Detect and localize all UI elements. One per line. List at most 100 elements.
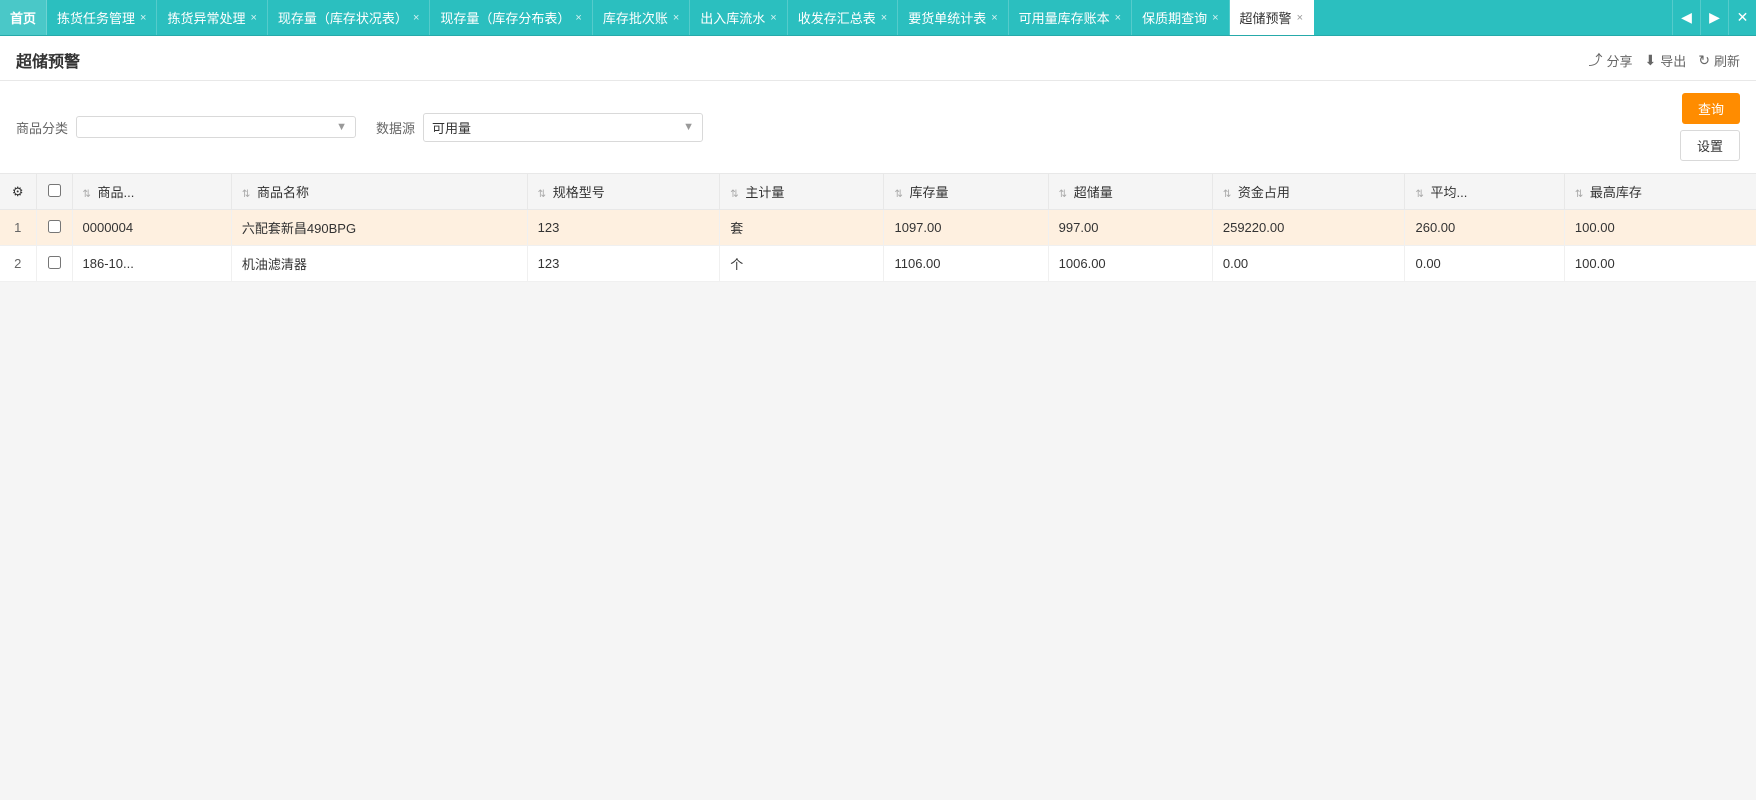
product-code: 0000004	[72, 210, 231, 246]
nav-item-batch-account[interactable]: 库存批次账 ×	[593, 0, 690, 35]
close-icon[interactable]: ×	[1212, 12, 1218, 24]
column-max-stock[interactable]: ⇅ 最高库存	[1564, 174, 1756, 210]
row-checkbox[interactable]	[48, 256, 61, 269]
table-row: 2 186-10... 机油滤清器 123 个 1106.00 1006.00 …	[0, 246, 1756, 282]
category-select[interactable]: ▼	[76, 116, 356, 138]
refresh-button[interactable]: ↻ 刷新	[1698, 51, 1740, 70]
datasource-filter-group: 数据源 可用量 ▼	[376, 113, 703, 142]
nav-item-inout-flow[interactable]: 出入库流水 ×	[690, 0, 787, 35]
sort-icon: ⇅	[1575, 189, 1583, 200]
close-icon[interactable]: ×	[140, 12, 146, 24]
nav-item-task-mgmt[interactable]: 拣货任务管理 ×	[47, 0, 157, 35]
close-icon[interactable]: ×	[575, 12, 581, 24]
filter-area: 商品分类 ▼ 数据源 可用量 ▼ 查询 设置	[0, 81, 1756, 174]
capital: 259220.00	[1212, 210, 1405, 246]
set-button[interactable]: 设置	[1680, 130, 1740, 161]
header-actions: ⤴ 分享 ⬇ 导出 ↻ 刷新	[1588, 50, 1740, 70]
sort-icon: ⇅	[83, 189, 91, 200]
nav-item-available-stock[interactable]: 可用量库存账本 ×	[1009, 0, 1132, 35]
stock: 1106.00	[884, 246, 1048, 282]
nav-item-home[interactable]: 首页	[0, 0, 47, 35]
product-name: 机油滤清器	[231, 246, 527, 282]
max-stock: 100.00	[1564, 246, 1756, 282]
sort-icon: ⇅	[1223, 189, 1231, 200]
stock: 1097.00	[884, 210, 1048, 246]
row-number: 1	[0, 210, 36, 246]
sort-icon: ⇅	[1059, 189, 1067, 200]
column-product-name[interactable]: ⇅ 商品名称	[231, 174, 527, 210]
nav-item-quality[interactable]: 保质期查询 ×	[1132, 0, 1229, 35]
capital: 0.00	[1212, 246, 1405, 282]
unit: 个	[720, 246, 884, 282]
category-filter-group: 商品分类 ▼	[16, 116, 356, 138]
spec: 123	[527, 210, 720, 246]
nav-item-exception[interactable]: 拣货异常处理 ×	[157, 0, 267, 35]
close-icon[interactable]: ×	[770, 12, 776, 24]
table-row: 1 0000004 六配套新昌490BPG 123 套 1097.00 997.…	[0, 210, 1756, 246]
close-icon[interactable]: ×	[991, 12, 997, 24]
sort-icon: ⇅	[894, 189, 902, 200]
close-icon[interactable]: ×	[673, 12, 679, 24]
close-icon[interactable]: ×	[881, 12, 887, 24]
column-over-stock[interactable]: ⇅ 超储量	[1048, 174, 1212, 210]
page-header: 超储预警 ⤴ 分享 ⬇ 导出 ↻ 刷新	[0, 36, 1756, 81]
category-label: 商品分类	[16, 118, 68, 137]
nav-item-overstock[interactable]: 超储预警 ×	[1230, 0, 1314, 35]
nav-prev-button[interactable]: ◀	[1672, 0, 1700, 36]
nav-close-button[interactable]: ✕	[1728, 0, 1756, 36]
query-button[interactable]: 查询	[1682, 93, 1740, 124]
nav-item-summary[interactable]: 收发存汇总表 ×	[788, 0, 898, 35]
column-product-code[interactable]: ⇅ 商品...	[72, 174, 231, 210]
nav-item-stock-status[interactable]: 现存量（库存状况表） ×	[268, 0, 430, 35]
nav-item-order-stats[interactable]: 要货单统计表 ×	[898, 0, 1008, 35]
chevron-down-icon: ▼	[336, 121, 347, 133]
page-title: 超储预警	[16, 48, 80, 72]
nav-next-button[interactable]: ▶	[1700, 0, 1728, 36]
avg: 260.00	[1405, 210, 1564, 246]
datasource-select[interactable]: 可用量 ▼	[423, 113, 703, 142]
column-stock[interactable]: ⇅ 库存量	[884, 174, 1048, 210]
overstock-table: ⚙ ⇅ 商品... ⇅ 商品名称 ⇅ 规格型号 ⇅ 主计	[0, 174, 1756, 282]
share-button[interactable]: ⤴ 分享	[1588, 50, 1632, 70]
over-stock: 997.00	[1048, 210, 1212, 246]
over-stock: 1006.00	[1048, 246, 1212, 282]
row-checkbox-cell	[36, 246, 72, 282]
nav-item-stock-dist[interactable]: 现存量（库存分布表） ×	[430, 0, 592, 35]
export-icon: ⬇	[1645, 52, 1657, 69]
row-number: 2	[0, 246, 36, 282]
sort-icon: ⇅	[538, 189, 546, 200]
close-icon[interactable]: ×	[413, 12, 419, 24]
chevron-down-icon: ▼	[683, 121, 694, 133]
export-button[interactable]: ⬇ 导出	[1645, 51, 1687, 70]
close-icon[interactable]: ×	[250, 12, 256, 24]
column-capital[interactable]: ⇅ 资金占用	[1212, 174, 1405, 210]
top-navigation: 首页 拣货任务管理 × 拣货异常处理 × 现存量（库存状况表） × 现存量（库存…	[0, 0, 1756, 36]
column-checkbox	[36, 174, 72, 210]
product-code: 186-10...	[72, 246, 231, 282]
unit: 套	[720, 210, 884, 246]
row-checkbox-cell	[36, 210, 72, 246]
datasource-label: 数据源	[376, 118, 415, 137]
sort-icon: ⇅	[730, 189, 738, 200]
avg: 0.00	[1405, 246, 1564, 282]
filter-right-actions: 查询 设置	[1680, 93, 1740, 161]
sort-icon: ⇅	[1415, 189, 1423, 200]
refresh-icon: ↻	[1698, 52, 1710, 69]
nav-arrows: ◀ ▶ ✕	[1672, 0, 1756, 36]
select-all-checkbox[interactable]	[48, 184, 61, 197]
sort-icon: ⇅	[242, 189, 250, 200]
spec: 123	[527, 246, 720, 282]
max-stock: 100.00	[1564, 210, 1756, 246]
data-table-container: ⚙ ⇅ 商品... ⇅ 商品名称 ⇅ 规格型号 ⇅ 主计	[0, 174, 1756, 282]
row-checkbox[interactable]	[48, 220, 61, 233]
column-gear[interactable]: ⚙	[0, 174, 36, 210]
datasource-value: 可用量	[432, 118, 471, 137]
share-icon: ⤴	[1588, 50, 1602, 70]
table-header-row: ⚙ ⇅ 商品... ⇅ 商品名称 ⇅ 规格型号 ⇅ 主计	[0, 174, 1756, 210]
close-icon[interactable]: ×	[1297, 12, 1303, 24]
column-unit[interactable]: ⇅ 主计量	[720, 174, 884, 210]
column-spec[interactable]: ⇅ 规格型号	[527, 174, 720, 210]
column-avg[interactable]: ⇅ 平均...	[1405, 174, 1564, 210]
close-icon[interactable]: ×	[1115, 12, 1121, 24]
product-name: 六配套新昌490BPG	[231, 210, 527, 246]
